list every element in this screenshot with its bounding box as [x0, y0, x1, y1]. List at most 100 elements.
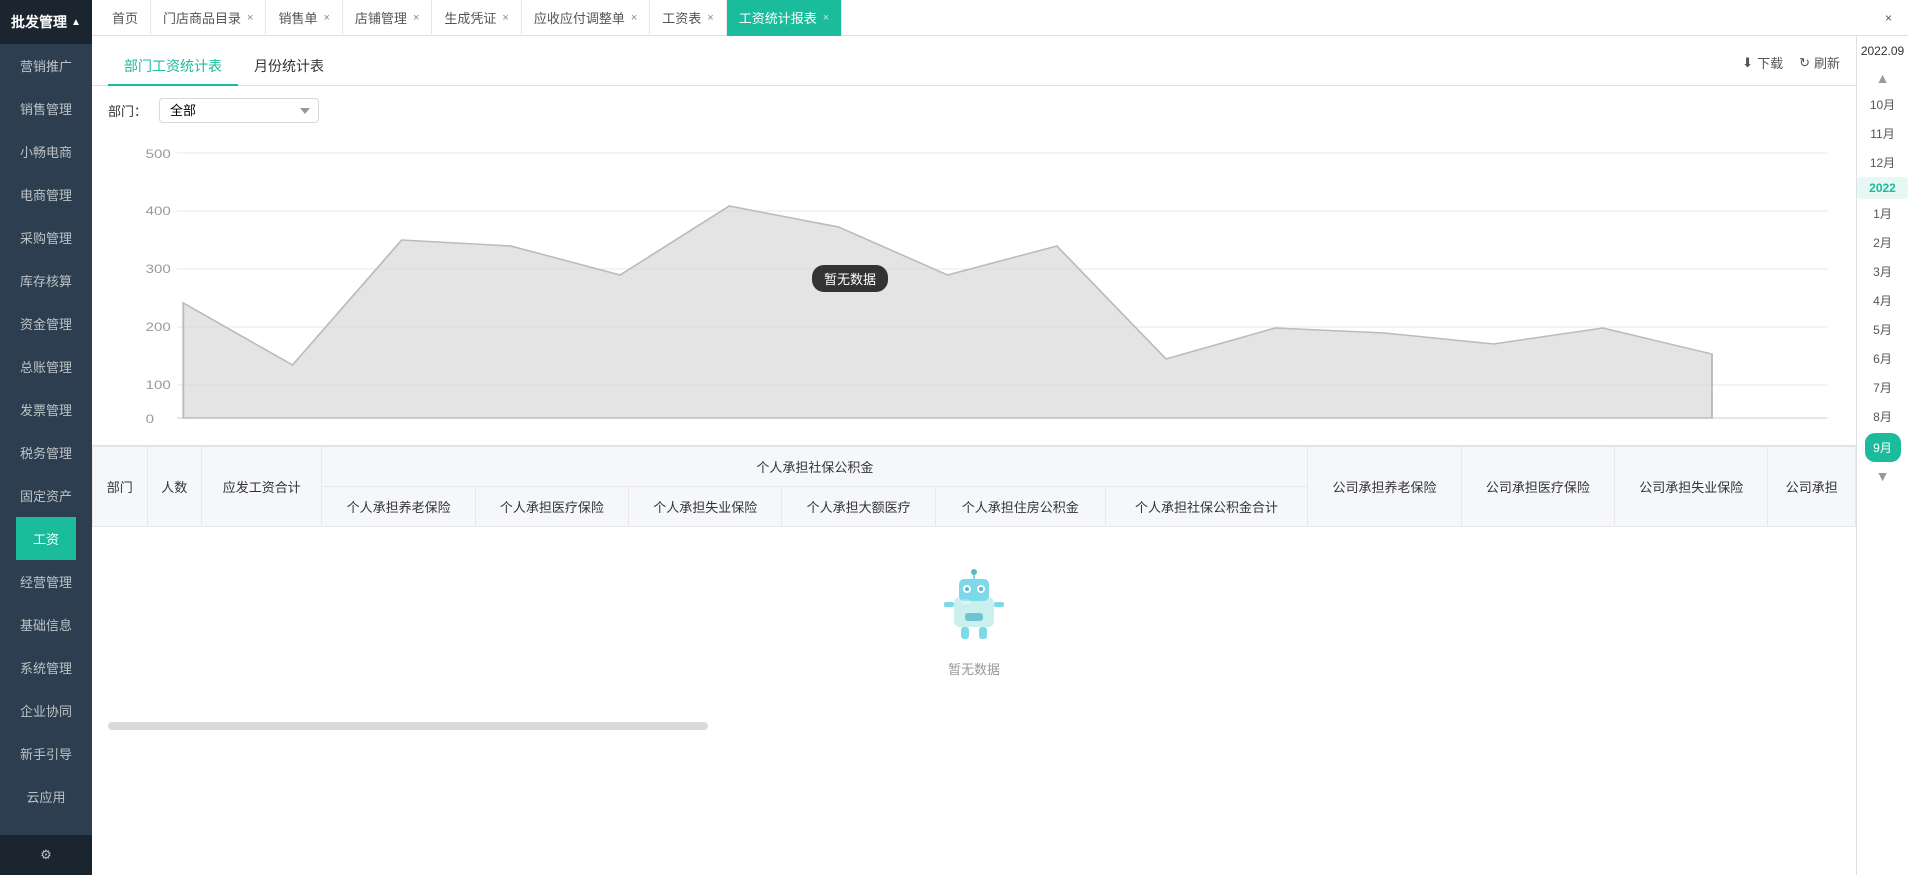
- table-wrapper: 部门 人数 应发工资合计 个人承担社保公积金 公司承担养老保险 公司承担医疗保险…: [92, 445, 1856, 875]
- tab-close-4[interactable]: ×: [502, 12, 508, 24]
- svg-text:300: 300: [146, 262, 172, 275]
- sidebar: 批发管理 ▲ 营销推广销售管理小畅电商电商管理采购管理库存核算资金管理总账管理发…: [0, 0, 92, 875]
- download-icon: ⬇: [1742, 55, 1753, 71]
- th-company-medical: 公司承担医疗保险: [1461, 447, 1614, 527]
- tab-bar: 首页门店商品目录×销售单×店铺管理×生成凭证×应收应付调整单×工资表×工资统计报…: [92, 0, 1908, 36]
- empty-state: 暂无数据: [92, 527, 1856, 718]
- th-personal-major: 个人承担大额医疗: [782, 487, 935, 527]
- th-company-unemploy: 公司承担失业保险: [1615, 447, 1768, 527]
- th-personal-medical: 个人承担医疗保险: [475, 487, 628, 527]
- sidebar-footer-settings[interactable]: ⚙: [0, 835, 92, 875]
- month-panel-item-8[interactable]: 5月: [1857, 315, 1908, 344]
- refresh-label: 刷新: [1814, 53, 1840, 72]
- filter-bar: 部门： 全部: [92, 86, 1856, 135]
- sidebar-collapse-icon: ▲: [71, 17, 81, 28]
- th-count: 人数: [147, 447, 202, 527]
- month-nav-up[interactable]: ▲: [1872, 66, 1894, 90]
- month-nav-down[interactable]: ▼: [1872, 464, 1894, 488]
- th-personal-housing: 个人承担住房公积金: [935, 487, 1105, 527]
- month-panel-item-1[interactable]: 11月: [1857, 119, 1908, 148]
- table-scrollbar[interactable]: [108, 722, 708, 730]
- month-panel-item-10[interactable]: 7月: [1857, 373, 1908, 402]
- sidebar-item-14[interactable]: 系统管理: [16, 646, 76, 689]
- data-table: 部门 人数 应发工资合计 个人承担社保公积金 公司承担养老保险 公司承担医疗保险…: [92, 446, 1856, 527]
- sidebar-item-9[interactable]: 税务管理: [16, 431, 76, 474]
- dept-select[interactable]: 全部: [159, 98, 319, 123]
- main-area: 首页门店商品目录×销售单×店铺管理×生成凭证×应收应付调整单×工资表×工资统计报…: [92, 0, 1908, 875]
- month-panel-item-4[interactable]: 1月: [1857, 199, 1908, 228]
- sidebar-header[interactable]: 批发管理 ▲: [0, 0, 92, 44]
- sidebar-item-15[interactable]: 企业协同: [16, 689, 76, 732]
- tab-7[interactable]: 工资统计报表×: [727, 0, 842, 36]
- sub-tabs-right: ⬇ 下载 ↻ 刷新: [1742, 53, 1840, 80]
- tab-close-6[interactable]: ×: [707, 12, 713, 24]
- tab-close-1[interactable]: ×: [247, 12, 253, 24]
- sidebar-item-17[interactable]: 云应用: [16, 775, 76, 818]
- tab-0[interactable]: 首页: [100, 0, 151, 36]
- month-panel-item-6[interactable]: 3月: [1857, 257, 1908, 286]
- tab-1[interactable]: 门店商品目录×: [151, 0, 266, 36]
- sub-tab-month[interactable]: 月份统计表: [238, 48, 340, 86]
- empty-robot-icon: [934, 567, 1014, 647]
- th-company-other: 公司承担: [1768, 447, 1856, 527]
- month-panel-item-9[interactable]: 6月: [1857, 344, 1908, 373]
- th-group-personal: 个人承担社保公积金: [322, 447, 1308, 487]
- sidebar-item-10[interactable]: 固定资产: [16, 474, 76, 517]
- chart-polygon: [183, 206, 1712, 418]
- tab-5[interactable]: 应收应付调整单×: [522, 0, 650, 36]
- sidebar-item-3[interactable]: 电商管理: [16, 173, 76, 216]
- sub-tab-dept[interactable]: 部门工资统计表: [108, 48, 238, 86]
- sidebar-item-0[interactable]: 营销推广: [16, 44, 76, 87]
- tab-close-5[interactable]: ×: [631, 12, 637, 24]
- sidebar-item-13[interactable]: 基础信息: [16, 603, 76, 646]
- sidebar-item-6[interactable]: 资金管理: [16, 302, 76, 345]
- month-panel-item-12[interactable]: 9月: [1865, 433, 1901, 462]
- download-label: 下载: [1757, 53, 1783, 72]
- sidebar-item-4[interactable]: 采购管理: [16, 216, 76, 259]
- tab-2[interactable]: 销售单×: [266, 0, 342, 36]
- sub-tabs: 部门工资统计表 月份统计表 ⬇ 下载 ↻ 刷新: [92, 36, 1856, 86]
- sidebar-item-2[interactable]: 小畅电商: [16, 130, 76, 173]
- tab-4[interactable]: 生成凭证×: [432, 0, 521, 36]
- sidebar-item-16[interactable]: 新手引导: [16, 732, 76, 775]
- month-panel-year-label[interactable]: 2022.09: [1857, 36, 1908, 66]
- month-panel-item-2[interactable]: 12月: [1857, 148, 1908, 177]
- svg-text:0: 0: [146, 412, 155, 425]
- tab-close-2[interactable]: ×: [323, 12, 329, 24]
- tab-close-7[interactable]: ×: [823, 12, 829, 24]
- svg-text:400: 400: [146, 204, 172, 217]
- filter-dept-label: 部门：: [108, 101, 147, 120]
- svg-text:200: 200: [146, 320, 172, 333]
- area-chart: 500 400 300 200 100 0: [108, 143, 1840, 433]
- svg-text:100: 100: [146, 378, 172, 391]
- download-button[interactable]: ⬇ 下载: [1742, 53, 1783, 72]
- month-panel-year-3[interactable]: 2022: [1857, 177, 1908, 199]
- tab-close-3[interactable]: ×: [413, 12, 419, 24]
- sidebar-item-5[interactable]: 库存核算: [16, 259, 76, 302]
- refresh-icon: ↻: [1799, 55, 1810, 71]
- th-personal-pension: 个人承担养老保险: [322, 487, 475, 527]
- month-panel: 2022.09 ▲ 10月11月12月20221月2月3月4月5月6月7月8月9…: [1856, 36, 1908, 875]
- tab-3[interactable]: 店铺管理×: [343, 0, 432, 36]
- th-personal-unemploy: 个人承担失业保险: [629, 487, 782, 527]
- month-panel-item-5[interactable]: 2月: [1857, 228, 1908, 257]
- sidebar-item-8[interactable]: 发票管理: [16, 388, 76, 431]
- sidebar-item-1[interactable]: 销售管理: [16, 87, 76, 130]
- month-panel-item-7[interactable]: 4月: [1857, 286, 1908, 315]
- sidebar-item-7[interactable]: 总账管理: [16, 345, 76, 388]
- th-personal-total: 个人承担社保公积金合计: [1105, 487, 1308, 527]
- svg-text:500: 500: [146, 147, 172, 160]
- refresh-button[interactable]: ↻ 刷新: [1799, 53, 1840, 72]
- sidebar-item-12[interactable]: 经营管理: [16, 560, 76, 603]
- th-salary: 应发工资合计: [202, 447, 322, 527]
- close-all-tabs-button[interactable]: ×: [1877, 11, 1900, 25]
- month-panel-item-11[interactable]: 8月: [1857, 402, 1908, 431]
- sidebar-item-11[interactable]: 工资: [16, 517, 76, 560]
- month-panel-item-0[interactable]: 10月: [1857, 90, 1908, 119]
- th-dept: 部门: [93, 447, 148, 527]
- th-company-pension: 公司承担养老保险: [1308, 447, 1461, 527]
- tab-6[interactable]: 工资表×: [650, 0, 726, 36]
- content-area: 部门工资统计表 月份统计表 ⬇ 下载 ↻ 刷新 部门：: [92, 36, 1908, 875]
- sidebar-title: 批发管理: [11, 12, 67, 32]
- chart-area: 500 400 300 200 100 0: [92, 135, 1856, 445]
